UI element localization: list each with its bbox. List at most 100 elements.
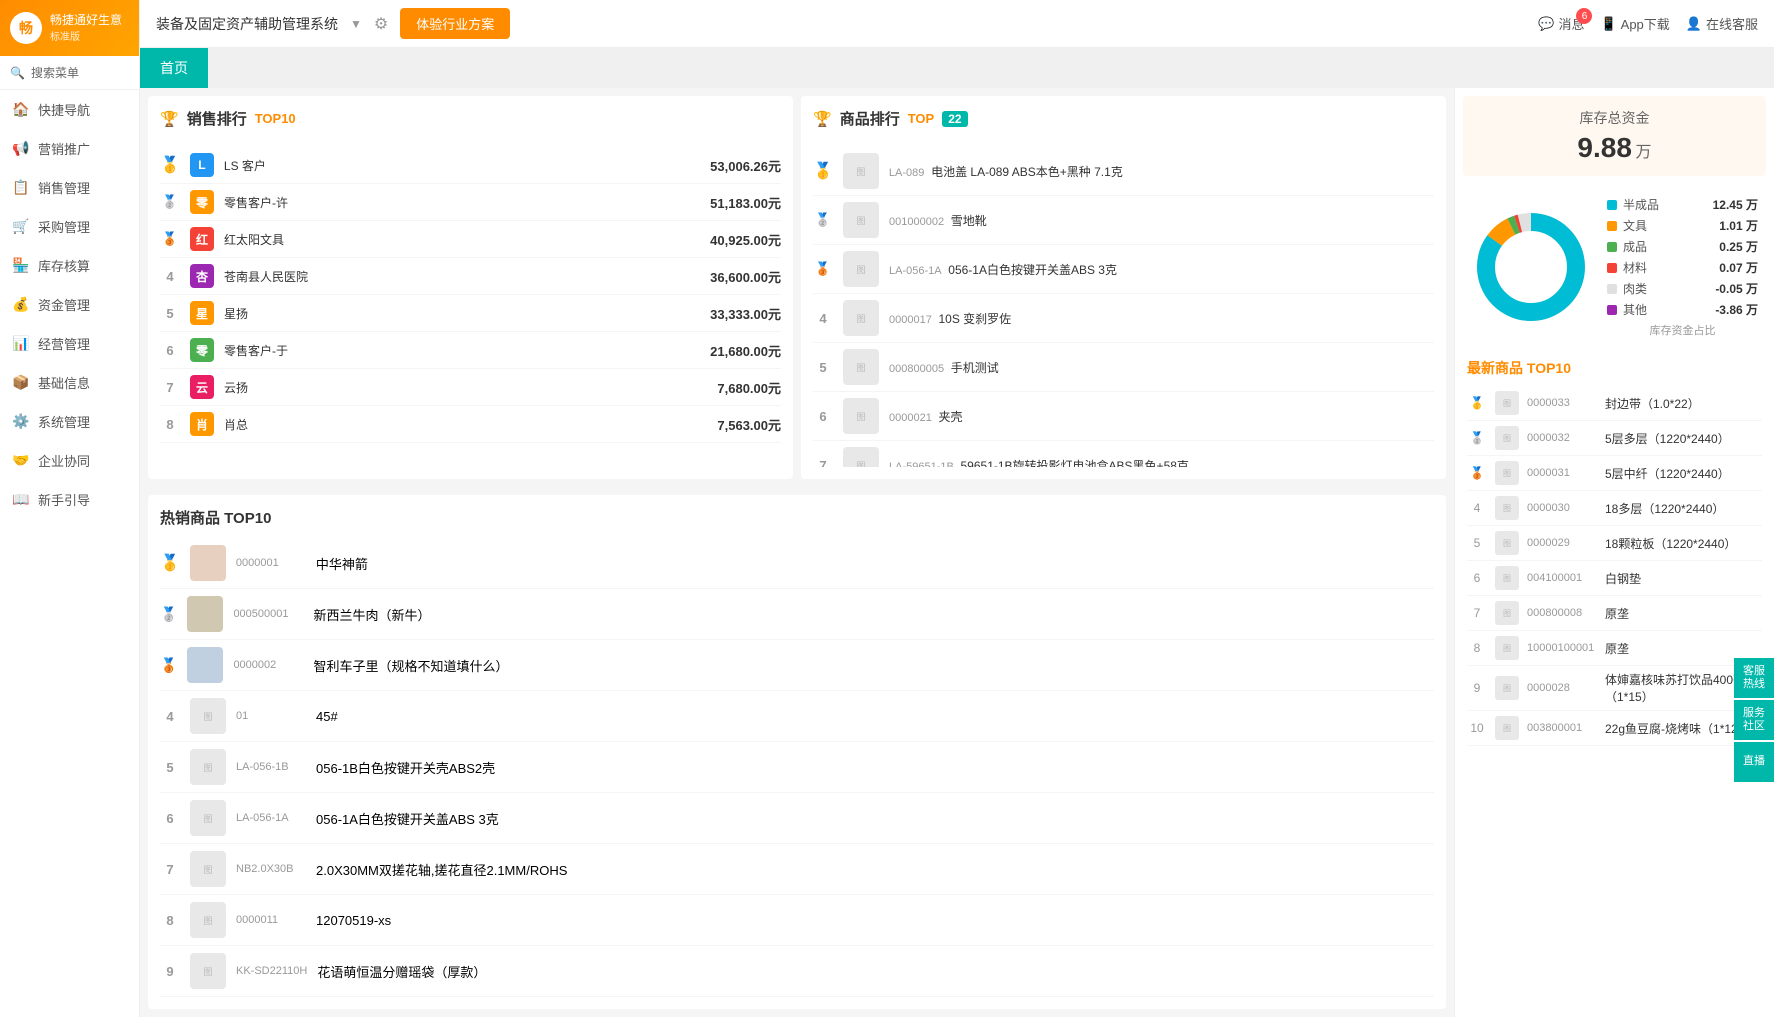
product-rank-list: 🥇 图 LA-089 电池盖 LA-089 ABS本色+黑种 7.1克 🥈 [813,147,1434,467]
float-btn-service[interactable]: 客服 热线 [1734,658,1774,698]
product-code: LA-056-1B [236,761,306,773]
sidebar-item-quick-nav[interactable]: 🏠 快捷导航 [0,90,139,129]
legend-dot [1607,284,1617,294]
product-thumbnail: 图 [190,953,226,989]
rank-item: 🥇 L LS 客户 53,006.26元 [160,147,781,184]
sales-ranking-title: 🏆 销售排行 TOP10 [160,108,296,129]
legend-item: 半成品 12.45 万 [1607,196,1758,213]
float-btn-community[interactable]: 服务 社区 [1734,700,1774,740]
rank-num: 5 [160,760,180,775]
nav-label: 新手引导 [38,490,90,509]
right-panel: 库存总资金 9.88 万 [1454,88,1774,1017]
newest-item: 5 图 0000029 18颗粒板（1220*2440） [1467,526,1762,561]
sidebar-item-marketing[interactable]: 📢 营销推广 [0,129,139,168]
legend-dot [1607,263,1617,273]
marketing-icon: 📢 [12,140,30,158]
product-img: 图 [843,398,879,434]
sidebar-item-inventory[interactable]: 🏪 库存核算 [0,246,139,285]
hot-products-list: 🥇 0000001 中华神箭 🥈 000500001 新西兰牛肉（新牛） 🥉 [160,538,1434,997]
app-subtitle: 标准版 [50,28,122,43]
product-img: 图 [843,202,879,238]
product-rank-item: 7 图 LA-59651-1B 59651-1B旋转投影灯电池盒ABS黑色+58… [813,441,1434,467]
product-rank-item: 5 图 000800005 手机测试 [813,343,1434,392]
sidebar-header: 畅 畅捷通好生意 标准版 [0,0,139,56]
product-name: 45# [316,709,338,724]
rank-name: 苍南县人民医院 [224,268,700,285]
newest-img: 图 [1495,531,1519,555]
newest-item: 7 图 000800008 原垄 [1467,596,1762,631]
rank-item: 7 云 云扬 7,680.00元 [160,369,781,406]
rank-amount: 7,680.00元 [717,378,781,397]
product-name: 001000002 雪地靴 [889,212,1434,229]
hot-products-title: 热销商品 TOP10 [160,507,1434,528]
newest-img: 图 [1495,676,1519,700]
inventory-unit: 万 [1636,144,1652,161]
rank-num: 7 [160,380,180,395]
sidebar-item-guide[interactable]: 📖 新手引导 [0,480,139,519]
inventory-chart-area: 半成品 12.45 万 文具 1.01 万 成品 0.25 万 [1455,184,1774,350]
logo-icon: 畅 [10,12,42,44]
silver-medal-icon: 🥈 [813,212,833,228]
newest-code: 000800008 [1527,607,1597,619]
newest-item: 🥇 图 0000033 封边带（1.0*22） [1467,386,1762,421]
middle-panel: 🏆 销售排行 TOP10 🥇 L LS 客户 53,006.26元 [140,88,1454,1017]
newest-products-list: 🥇 图 0000033 封边带（1.0*22） 🥈 图 0000032 5层多层… [1467,386,1762,746]
tab-home[interactable]: 首页 [140,48,208,88]
product-name: 新西兰牛肉（新牛） [313,605,430,624]
sales-icon: 📋 [12,179,30,197]
sidebar-item-coop[interactable]: 🤝 企业协同 [0,441,139,480]
legend-item: 材料 0.07 万 [1607,259,1758,276]
online-service-label: 在线客服 [1706,14,1758,33]
newest-name: 5层中纤（1220*2440） [1605,465,1762,482]
experience-btn[interactable]: 体验行业方案 [400,8,510,39]
legend-label: 成品 [1623,238,1647,255]
product-thumbnail: 图 [190,800,226,836]
product-img: 图 [843,300,879,336]
sidebar-item-basic[interactable]: 📦 基础信息 [0,363,139,402]
sidebar-item-sales[interactable]: 📋 销售管理 [0,168,139,207]
newest-rank: 4 [1467,501,1487,515]
newest-name: 18多层（1220*2440） [1605,500,1762,517]
app-download-btn[interactable]: 📱 App下载 [1600,14,1669,33]
sidebar-item-finance[interactable]: 💰 资金管理 [0,285,139,324]
nav-label: 采购管理 [38,217,90,236]
rank-num: 9 [160,964,180,979]
app-download-label: App下载 [1621,14,1670,33]
message-btn[interactable]: 💬 消息 6 [1538,14,1584,33]
sidebar-item-purchase[interactable]: 🛒 采购管理 [0,207,139,246]
product-rank-item: 🥇 图 LA-089 电池盖 LA-089 ABS本色+黑种 7.1克 [813,147,1434,196]
product-thumbnail: 图 [190,749,226,785]
hot-product-item: 6 图 LA-056-1A 056-1A白色按键开关盖ABS 3克 [160,793,1434,844]
rank-item: 4 杏 苍南县人民医院 36,600.00元 [160,258,781,295]
sales-ranking-header: 🏆 销售排行 TOP10 [160,108,781,139]
bronze-medal-icon-2: 🥉 [160,657,177,674]
newest-item: 8 图 10000100001 原垄 [1467,631,1762,666]
newest-img: 图 [1495,496,1519,520]
rank-avatar: 肖 [190,412,214,436]
search-menu[interactable]: 🔍 搜索菜单 [0,56,139,90]
nav-label: 系统管理 [38,412,90,431]
legend-label: 半成品 [1623,196,1659,213]
nav-label: 经营管理 [38,334,90,353]
newest-name: 封边带（1.0*22） [1605,395,1762,412]
legend-item: 肉类 -0.05 万 [1607,280,1758,297]
float-btn-live[interactable]: 直播 [1734,742,1774,782]
online-service-btn[interactable]: 👤 在线客服 [1686,14,1758,33]
rank-name: 红太阳文具 [224,231,700,248]
newest-img: 图 [1495,601,1519,625]
hot-product-item: 9 图 KK-SD22110H 花语萌恒温分赠瑶袋（厚款） [160,946,1434,997]
gear-icon[interactable]: ⚙ [374,14,388,34]
sidebar-item-operation[interactable]: 📊 经营管理 [0,324,139,363]
donut-chart [1471,207,1591,327]
product-name: LA-056-1A 056-1A白色按键开关盖ABS 3克 [889,261,1434,278]
newest-img: 图 [1495,636,1519,660]
newest-code: 0000030 [1527,502,1597,514]
newest-name: 白钢垫 [1605,570,1762,587]
sidebar-item-system[interactable]: ⚙️ 系统管理 [0,402,139,441]
newest-item: 6 图 004100001 白钢垫 [1467,561,1762,596]
newest-item: 10 图 003800001 22g鱼豆腐-烧烤味（1*12*20） [1467,711,1762,746]
hot-product-item: 🥉 0000002 智利车子里（规格不知道填什么） [160,640,1434,691]
rank-amount: 33,333.00元 [710,304,781,323]
inventory-amount: 9.88 [1577,132,1632,163]
product-name: 056-1B白色按键开关壳ABS2壳 [316,758,495,777]
